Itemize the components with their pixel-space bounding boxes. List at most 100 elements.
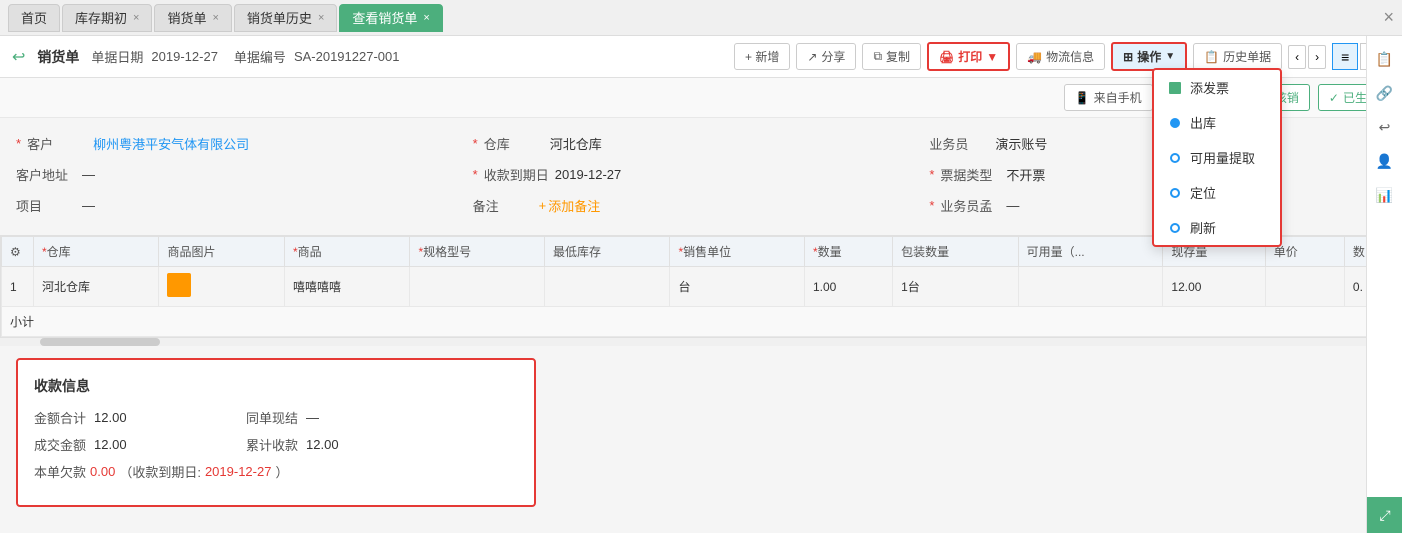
logistics-icon: 🚚 [1027, 50, 1042, 64]
ticket-value: 不开票 [1006, 165, 1045, 184]
staff-value: 演示账号 [995, 134, 1047, 153]
tab-sales[interactable]: 销货单 × [154, 4, 231, 32]
new-btn[interactable]: + 新增 [734, 43, 790, 70]
h-scrollbar[interactable] [0, 338, 1402, 346]
owed-label: 本单欠款 [34, 462, 86, 481]
h-scroll-thumb[interactable] [40, 338, 160, 346]
project-value: — [82, 198, 95, 213]
product-image [167, 273, 191, 297]
operate-dropdown-arrow: ▼ [1165, 51, 1175, 62]
cell-img [159, 267, 284, 307]
payment-info-panel: 收款信息 金额合计 12.00 同单现结 — 成交金额 12.00 累计收款 1… [16, 358, 536, 507]
deal-amount-value: 12.00 [94, 437, 127, 452]
staff2-required: * [929, 198, 934, 213]
cell-warehouse: 河北仓库 [34, 267, 159, 307]
th-available: 可用量（... [1018, 237, 1163, 267]
cell-qty: 1.00 [804, 267, 892, 307]
right-sidebar: 📋 🔗 ↩ 👤 📊 ⤢ [1366, 36, 1402, 533]
sidebar-icon-link[interactable]: 🔗 [1370, 78, 1400, 108]
tab-view-sales[interactable]: 查看销货单 × [339, 4, 442, 32]
copy-btn[interactable]: ⧉ 复制 [862, 43, 921, 70]
cell-current: 12.00 [1163, 267, 1265, 307]
payment-info-title: 收款信息 [34, 376, 518, 396]
note-label: 备注 [473, 196, 533, 215]
owed-value: 0.00 [90, 464, 115, 479]
doc-icon: ↩ [12, 47, 25, 67]
dropdown-locate[interactable]: 定位 [1154, 175, 1280, 210]
share-icon: ↗ [807, 50, 817, 64]
operate-icon: ⊞ [1123, 50, 1133, 64]
table-row: 1 河北仓库 嘻嘻嘻嘻 台 1.00 1台 12.00 0. [2, 267, 1401, 307]
payment-date-label: 收款到期日 [484, 165, 549, 184]
th-product: *商品 [284, 237, 409, 267]
outbound-label: 出库 [1190, 113, 1216, 132]
locate-icon [1168, 186, 1182, 200]
staff-label: 业务员 [929, 134, 989, 153]
th-qty: *数量 [804, 237, 892, 267]
print-btn[interactable]: 🖨 打印 ▼ [927, 42, 1010, 71]
tab-sales-label: 销货单 [167, 8, 206, 27]
refresh-label: 刷新 [1190, 218, 1216, 237]
refresh-icon [1168, 221, 1182, 235]
tab-history-label: 销货单历史 [247, 8, 312, 27]
subtotal-label: 小计 [2, 307, 1401, 337]
total-amount-item: 金额合计 12.00 [34, 408, 214, 427]
tab-history[interactable]: 销货单历史 × [234, 4, 337, 32]
customer-field: * 客户 柳州粤港平安气体有限公司 [16, 134, 473, 153]
cell-unit: 台 [670, 267, 805, 307]
history-btn[interactable]: 📋 历史单据 [1193, 43, 1282, 70]
tab-home[interactable]: 首页 [8, 4, 60, 32]
same-order-value: — [306, 410, 319, 425]
dropdown-refresh[interactable]: 刷新 [1154, 210, 1280, 245]
address-field: 客户地址 — [16, 165, 473, 184]
th-spec: *规格型号 [410, 237, 545, 267]
cell-min-stock [544, 267, 669, 307]
address-label: 客户地址 [16, 165, 76, 184]
tab-inventory[interactable]: 库存期初 × [62, 4, 152, 32]
prev-btn[interactable]: ‹ [1288, 45, 1306, 69]
from-phone-btn[interactable]: 📱 来自手机 [1064, 84, 1153, 111]
sidebar-icon-return[interactable]: ↩ [1370, 112, 1400, 142]
close-all-btn[interactable]: × [1383, 7, 1394, 28]
dropdown-add-invoice[interactable]: 添发票 [1154, 70, 1280, 105]
warehouse-label: 仓库 [484, 134, 544, 153]
tab-history-close[interactable]: × [318, 12, 324, 24]
tab-view-sales-close[interactable]: × [423, 12, 429, 24]
same-order-label: 同单现结 [246, 408, 298, 427]
share-btn[interactable]: ↗ 分享 [796, 43, 856, 70]
logistics-btn[interactable]: 🚚 物流信息 [1016, 43, 1105, 70]
customer-value[interactable]: 柳州粤港平安气体有限公司 [93, 134, 249, 153]
view-list-btn[interactable]: ≡ [1332, 43, 1358, 70]
next-btn[interactable]: › [1308, 45, 1326, 69]
cell-product[interactable]: 嘻嘻嘻嘻 [284, 267, 409, 307]
th-settings[interactable]: ⚙ [2, 237, 34, 267]
sidebar-icon-doc[interactable]: 📋 [1370, 44, 1400, 74]
toolbar-meta: 单据日期 2019-12-27 单据编号 SA-20191227-001 [91, 47, 399, 66]
owed-note: （收款到期日: [119, 462, 201, 481]
add-note-icon: + [539, 198, 547, 213]
toolbar-actions: + 新增 ↗ 分享 ⧉ 复制 🖨 打印 ▼ 🚚 物流信息 ⊞ 操作 ▼ [734, 42, 1390, 71]
available-extract-label: 可用量提取 [1190, 148, 1255, 167]
locate-label: 定位 [1190, 183, 1216, 202]
tab-sales-close[interactable]: × [212, 12, 218, 24]
available-extract-icon [1168, 151, 1182, 165]
sidebar-icon-chart[interactable]: 📊 [1370, 180, 1400, 210]
toolbar-left: ↩ 销货单 单据日期 2019-12-27 单据编号 SA-20191227-0… [12, 47, 726, 67]
warehouse-field: * 仓库 河北仓库 [473, 134, 930, 153]
total-amount-value: 12.00 [94, 410, 127, 425]
add-note-btn[interactable]: + 添加备注 [539, 196, 601, 215]
deal-amount-label: 成交金额 [34, 435, 86, 454]
cumulative-item: 累计收款 12.00 [246, 435, 426, 454]
dropdown-available-extract[interactable]: 可用量提取 [1154, 140, 1280, 175]
warehouse-value: 河北仓库 [550, 134, 602, 153]
operate-btn[interactable]: ⊞ 操作 ▼ [1111, 42, 1187, 71]
dropdown-outbound[interactable]: 出库 [1154, 105, 1280, 140]
tab-inventory-close[interactable]: × [133, 12, 139, 24]
owed-date: 2019-12-27 [205, 464, 272, 479]
payment-date-value: 2019-12-27 [555, 167, 622, 182]
nav-arrows: ‹ › [1288, 45, 1326, 69]
cumulative-label: 累计收款 [246, 435, 298, 454]
sidebar-icon-expand[interactable]: ⤢ [1367, 497, 1402, 533]
cell-spec [410, 267, 545, 307]
sidebar-icon-user[interactable]: 👤 [1370, 146, 1400, 176]
